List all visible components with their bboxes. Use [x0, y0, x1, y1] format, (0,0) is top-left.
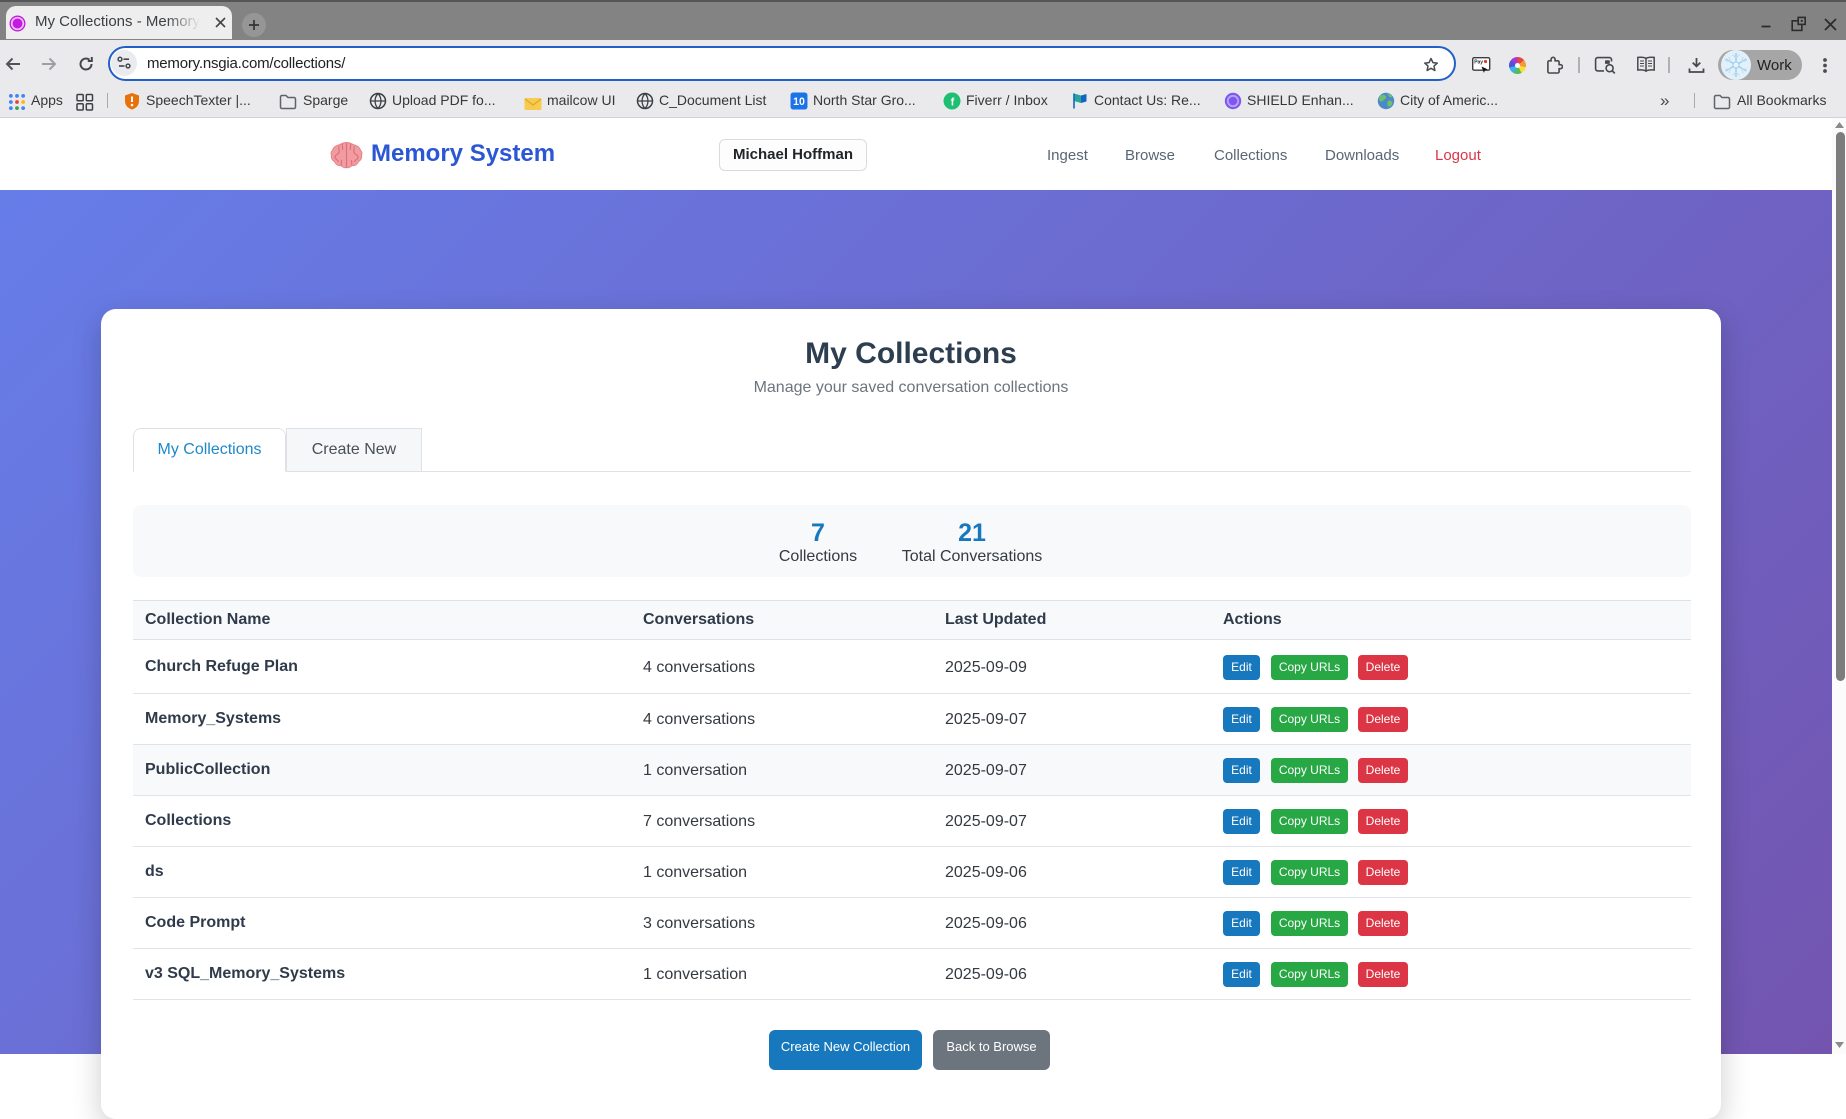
svg-text:Pay: Pay: [1474, 60, 1483, 66]
svg-text:f: f: [951, 97, 955, 109]
svg-text:10: 10: [793, 96, 805, 108]
